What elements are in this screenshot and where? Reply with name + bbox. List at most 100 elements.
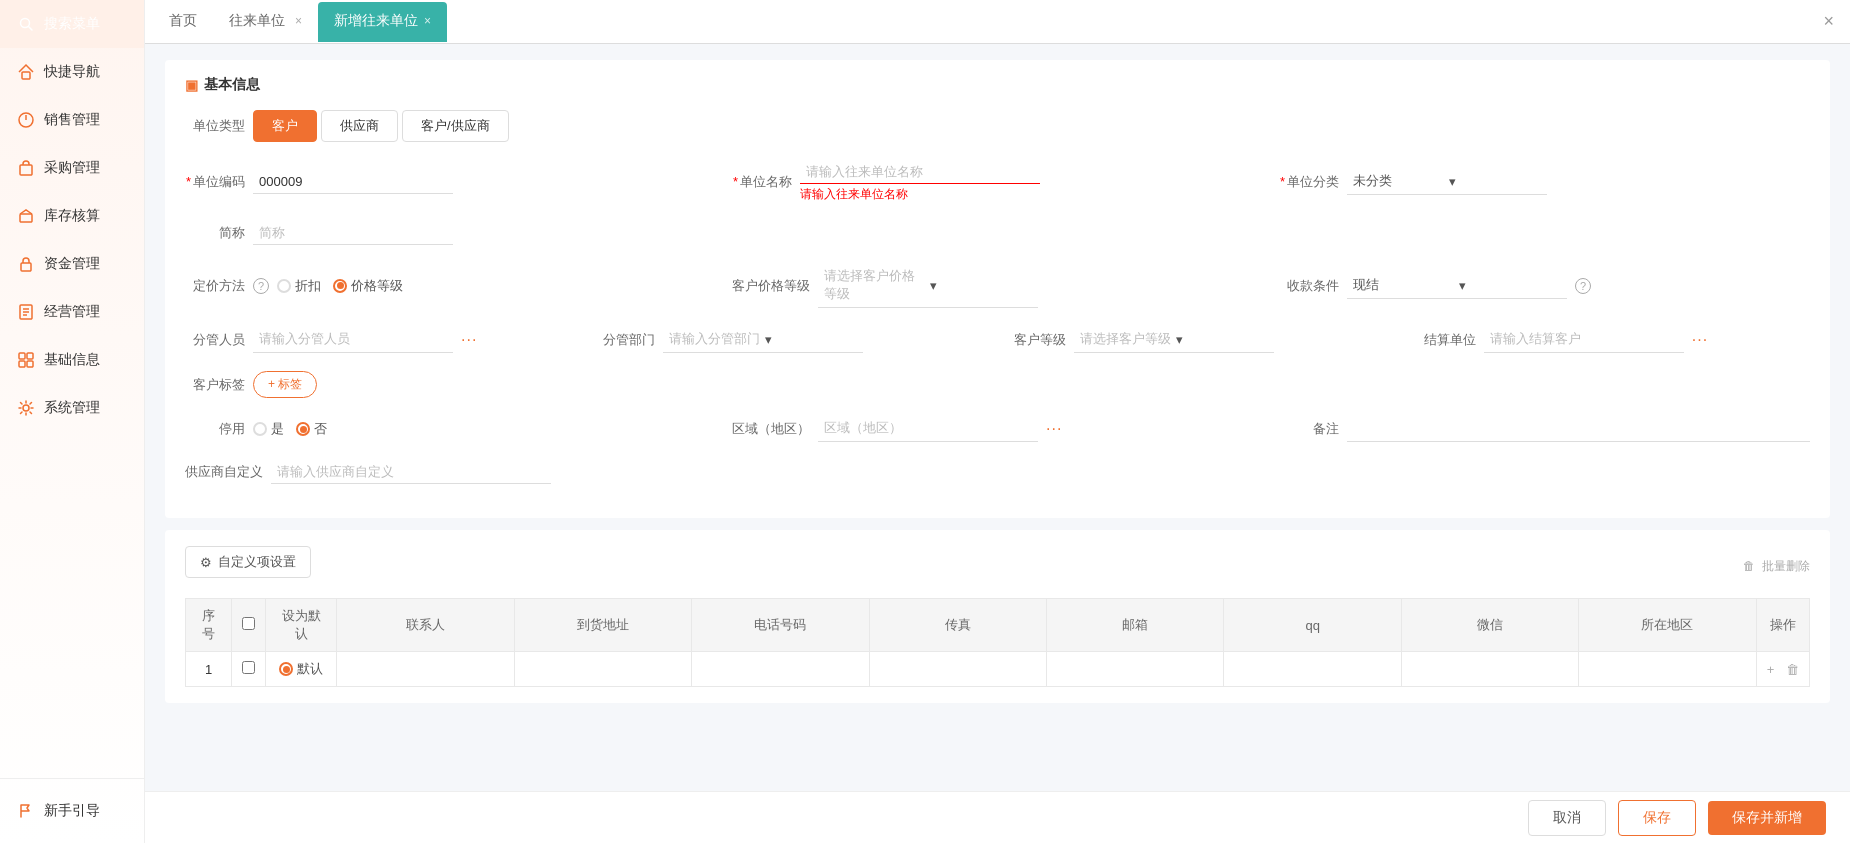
payment-condition-select[interactable]: 现结 ▾ — [1347, 272, 1567, 299]
pricing-method-field: 定价方法 ? 折扣 价格等级 — [185, 277, 716, 295]
email-input[interactable] — [1057, 662, 1213, 677]
disabled-yes-radio[interactable]: 是 — [253, 420, 284, 438]
type-btn-customer[interactable]: 客户 — [253, 110, 317, 142]
row-checkbox[interactable] — [232, 652, 266, 687]
supervisor-more[interactable]: ··· — [461, 331, 477, 349]
row-qq[interactable] — [1224, 652, 1402, 687]
row-address[interactable] — [514, 652, 691, 687]
custom-settings-button[interactable]: ⚙ 自定义项设置 — [185, 546, 311, 578]
unit-name-input[interactable] — [800, 160, 1040, 184]
pricing-row: 定价方法 ? 折扣 价格等级 — [185, 263, 1810, 308]
tab-partner[interactable]: 往来单位 × — [213, 2, 318, 42]
col-contact: 联系人 — [337, 599, 514, 652]
type-btn-supplier[interactable]: 供应商 — [321, 110, 398, 142]
pricing-help-icon[interactable]: ? — [253, 278, 269, 294]
customer-price-level-select[interactable]: 请选择客户价格等级 ▾ — [818, 263, 1038, 308]
fax-input[interactable] — [880, 662, 1036, 677]
svg-line-1 — [29, 27, 33, 31]
contact-input[interactable] — [347, 662, 503, 677]
row-wechat[interactable] — [1401, 652, 1578, 687]
sidebar-item-sales-label: 销售管理 — [44, 111, 100, 129]
chart-icon — [16, 110, 36, 130]
customer-tag-label: 客户标签 — [185, 376, 245, 394]
save-button[interactable]: 保存 — [1618, 800, 1696, 836]
disabled-no-radio[interactable]: 否 — [296, 420, 327, 438]
sidebar-item-finance[interactable]: 资金管理 — [0, 240, 144, 288]
phone-input[interactable] — [702, 662, 858, 677]
row-add-button[interactable]: + — [1767, 662, 1775, 677]
address-input[interactable] — [525, 662, 681, 677]
region-more[interactable]: ··· — [1046, 420, 1062, 438]
section-title: ▣ 基本信息 — [185, 76, 1810, 94]
pricing-level-radio[interactable]: 价格等级 — [333, 277, 403, 295]
row-contact[interactable] — [337, 652, 514, 687]
supplier-custom-input[interactable] — [271, 460, 551, 484]
unit-code-name-row: 单位编码 单位名称 请输入往来单位名称 单位分类 未分类 ▾ — [185, 160, 1810, 203]
tab-home[interactable]: 首页 — [153, 2, 213, 42]
box-icon — [16, 206, 36, 226]
pricing-discount-radio[interactable]: 折扣 — [277, 277, 321, 295]
sidebar-item-operations[interactable]: 经营管理 — [0, 288, 144, 336]
wechat-input[interactable] — [1412, 662, 1568, 677]
abbr-input[interactable] — [253, 221, 453, 245]
sidebar: 搜索菜单 快捷导航 销售管理 采购管理 库存核算 资金管理 经营管理 — [0, 0, 145, 843]
col-checkbox[interactable] — [232, 599, 266, 652]
settlement-input[interactable] — [1484, 327, 1684, 350]
qq-input[interactable] — [1234, 662, 1391, 677]
col-email: 邮箱 — [1047, 599, 1224, 652]
sidebar-item-purchase-label: 采购管理 — [44, 159, 100, 177]
default-radio[interactable]: 默认 — [276, 660, 326, 678]
region-table-input[interactable] — [1589, 662, 1745, 677]
sidebar-item-inventory-label: 库存核算 — [44, 207, 100, 225]
svg-rect-5 — [20, 214, 32, 222]
sidebar-item-system[interactable]: 系统管理 — [0, 384, 144, 432]
sidebar-item-inventory[interactable]: 库存核算 — [0, 192, 144, 240]
row-region[interactable] — [1579, 652, 1756, 687]
type-btn-both[interactable]: 客户/供应商 — [402, 110, 509, 142]
tabbar-close-button[interactable]: × — [1815, 11, 1842, 32]
row-delete-button[interactable]: 🗑 — [1786, 662, 1799, 677]
default-radio-circle — [279, 662, 293, 676]
sidebar-item-basic[interactable]: 基础信息 — [0, 336, 144, 384]
select-all-checkbox[interactable] — [242, 617, 255, 630]
tab-new-partner[interactable]: 新增往来单位 × — [318, 2, 447, 42]
department-select[interactable]: 请输入分管部门 ▾ — [663, 326, 863, 353]
row-phone[interactable] — [692, 652, 869, 687]
disabled-row: 停用 是 否 区 — [185, 416, 1810, 442]
tag-add-button[interactable]: + 标签 — [253, 371, 317, 398]
customer-level-select[interactable]: 请选择客户等级 ▾ — [1074, 326, 1274, 353]
basic-info-section: ▣ 基本信息 单位类型 客户 供应商 客户/供应商 单位编码 — [165, 60, 1830, 518]
svg-rect-11 — [19, 353, 25, 359]
remarks-input[interactable] — [1347, 416, 1810, 439]
save-new-button[interactable]: 保存并新增 — [1708, 801, 1826, 835]
disabled-yes-circle — [253, 422, 267, 436]
tab-new-partner-close[interactable]: × — [424, 14, 431, 28]
tab-partner-close[interactable]: × — [295, 14, 302, 28]
table-row: 1 默认 — [186, 652, 1810, 687]
sidebar-item-guide-label: 新手引导 — [44, 802, 100, 820]
customer-price-level-field: 客户价格等级 请选择客户价格等级 ▾ — [732, 263, 1263, 308]
col-address: 到货地址 — [514, 599, 691, 652]
sidebar-item-search[interactable]: 搜索菜单 — [0, 0, 144, 48]
settlement-more[interactable]: ··· — [1692, 331, 1708, 349]
batch-delete-button[interactable]: 🗑 批量删除 — [1743, 558, 1810, 575]
cancel-button[interactable]: 取消 — [1528, 800, 1606, 836]
sidebar-item-sales[interactable]: 销售管理 — [0, 96, 144, 144]
abbr-field: 简称 — [185, 221, 545, 245]
supervisor-input[interactable] — [253, 327, 453, 350]
department-chevron: ▾ — [765, 332, 857, 347]
sidebar-item-purchase[interactable]: 采购管理 — [0, 144, 144, 192]
payment-help-icon[interactable]: ? — [1575, 278, 1591, 294]
default-radio-dot — [283, 666, 290, 673]
row-checkbox-input[interactable] — [242, 661, 255, 674]
sidebar-item-guide[interactable]: 新手引导 — [0, 787, 144, 835]
unit-category-select[interactable]: 未分类 ▾ — [1347, 168, 1547, 195]
region-input[interactable] — [818, 416, 1038, 439]
customer-level-field: 客户等级 请选择客户等级 ▾ — [1006, 326, 1400, 353]
row-email[interactable] — [1047, 652, 1224, 687]
grid-icon — [16, 350, 36, 370]
unit-code-input[interactable] — [253, 170, 453, 194]
row-fax[interactable] — [869, 652, 1046, 687]
sidebar-item-quick-nav[interactable]: 快捷导航 — [0, 48, 144, 96]
customer-level-label: 客户等级 — [1006, 331, 1066, 349]
